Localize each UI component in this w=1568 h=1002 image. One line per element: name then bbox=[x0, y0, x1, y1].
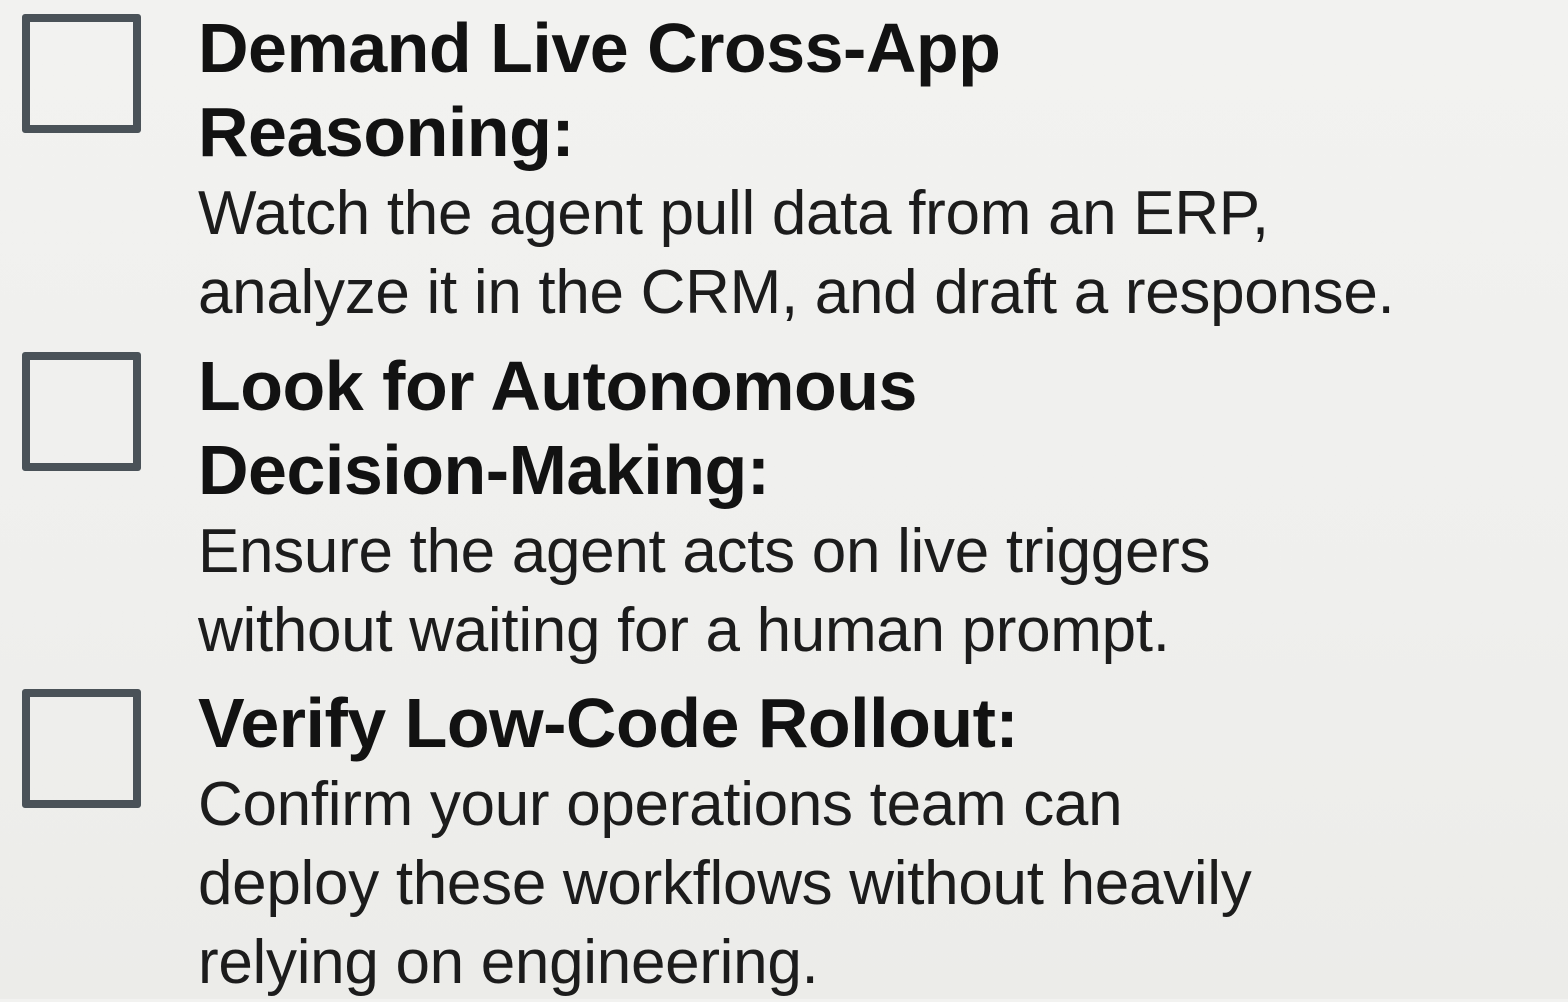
description-line: analyze it in the CRM, and draft a respo… bbox=[198, 258, 1395, 327]
title-line: Demand Live Cross-App bbox=[198, 9, 1001, 87]
checklist-item-title: Verify Low-Code Rollout: bbox=[198, 681, 1558, 765]
checklist-item-description: Watch the agent pull data from an ERP, a… bbox=[198, 174, 1558, 332]
checklist-item-title: Demand Live Cross-App Reasoning: bbox=[198, 6, 1558, 174]
checklist-item-text: Verify Low-Code Rollout: Confirm your op… bbox=[198, 681, 1558, 1002]
title-line: Decision-Making: bbox=[198, 431, 770, 509]
checklist-item-description: Ensure the agent acts on live triggers w… bbox=[198, 512, 1558, 670]
checklist-item-text: Look for Autonomous Decision-Making: Ens… bbox=[198, 344, 1558, 670]
checklist-item-text: Demand Live Cross-App Reasoning: Watch t… bbox=[198, 6, 1558, 332]
checklist: Demand Live Cross-App Reasoning: Watch t… bbox=[0, 0, 1568, 999]
description-line: relying on engineering. bbox=[198, 928, 819, 997]
title-line: Look for Autonomous bbox=[198, 347, 917, 425]
checklist-item-description: Confirm your operations team can deploy … bbox=[198, 765, 1558, 1002]
description-line: Confirm your operations team can bbox=[198, 770, 1123, 839]
checkbox-cross-app-reasoning[interactable] bbox=[22, 14, 141, 133]
checkbox-autonomous-decision-making[interactable] bbox=[22, 352, 141, 471]
checkbox-low-code-rollout[interactable] bbox=[22, 689, 141, 808]
title-line: Reasoning: bbox=[198, 93, 575, 171]
description-line: without waiting for a human prompt. bbox=[198, 596, 1170, 665]
description-line: deploy these workflows without heavily bbox=[198, 849, 1252, 918]
description-line: Ensure the agent acts on live triggers bbox=[198, 517, 1211, 586]
title-line: Verify Low-Code Rollout: bbox=[198, 684, 1019, 762]
checklist-item-title: Look for Autonomous Decision-Making: bbox=[198, 344, 1558, 512]
description-line: Watch the agent pull data from an ERP, bbox=[198, 179, 1269, 248]
